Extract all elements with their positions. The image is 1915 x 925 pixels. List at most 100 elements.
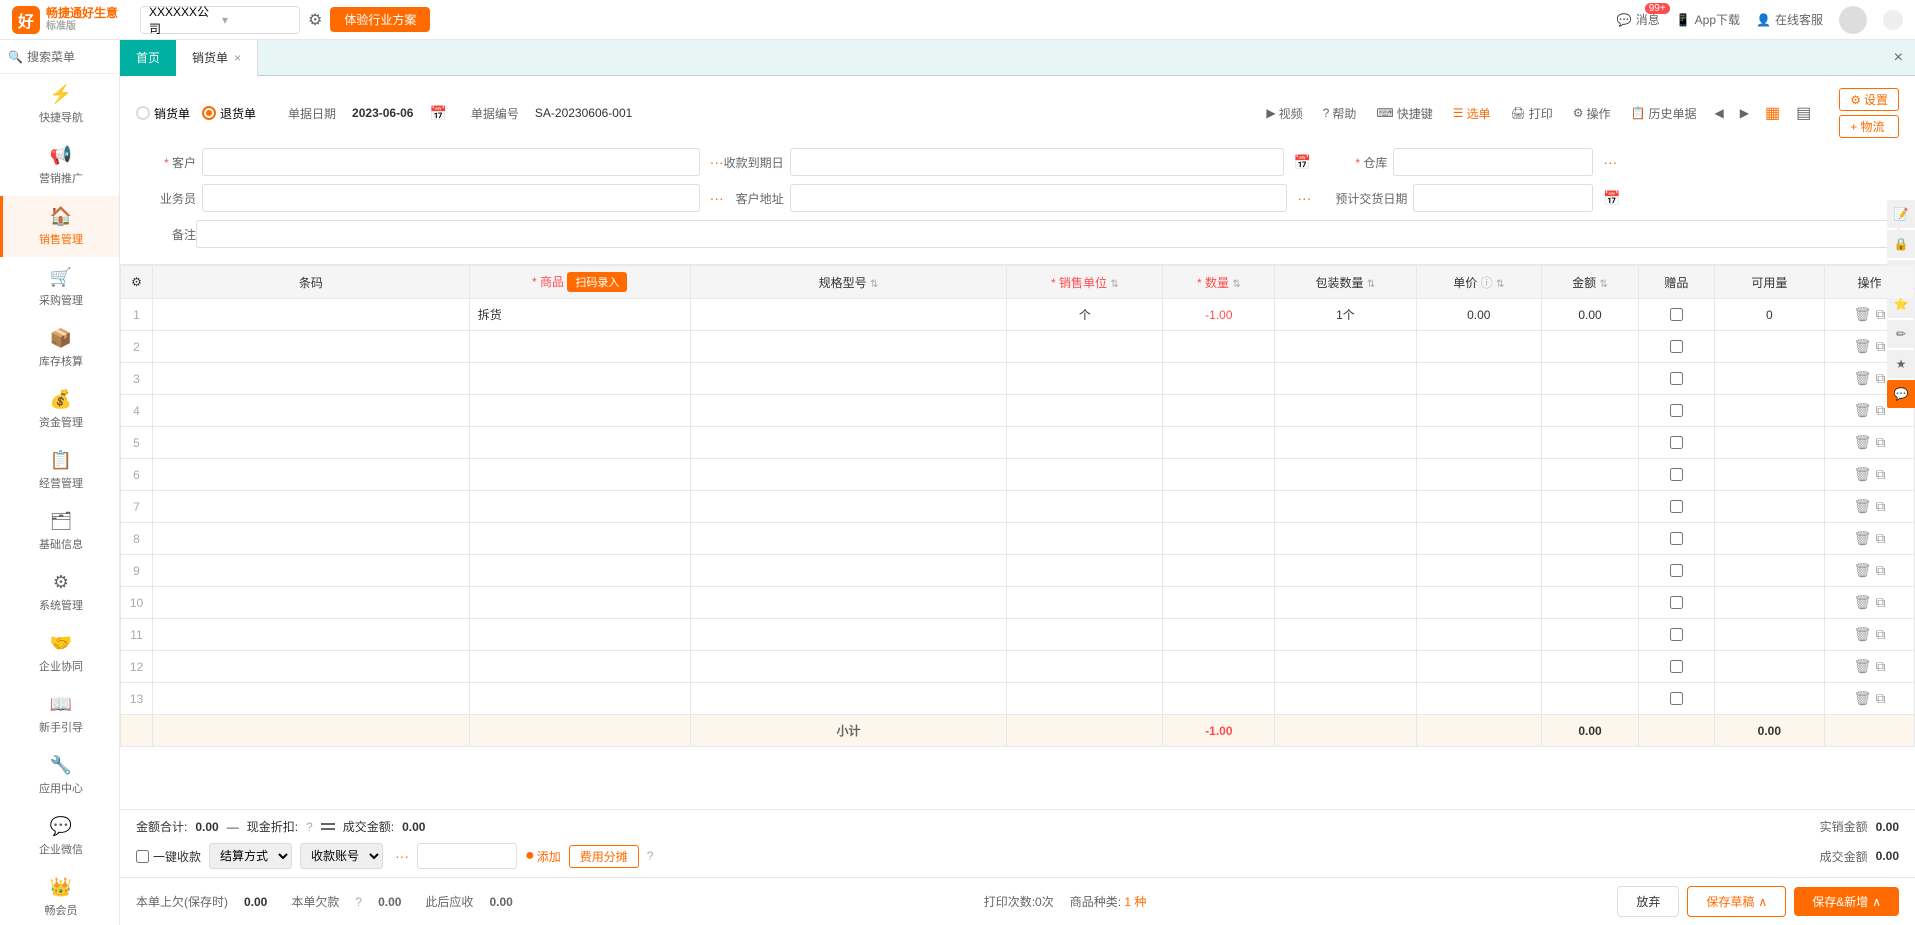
copy-icon[interactable]: ⧉ bbox=[1875, 498, 1885, 515]
cell-spec[interactable] bbox=[690, 555, 1007, 587]
float-btn-5[interactable]: ✏ bbox=[1887, 320, 1915, 348]
gift-checkbox[interactable] bbox=[1670, 436, 1683, 449]
float-btn-2[interactable]: 🔒 bbox=[1887, 230, 1915, 258]
cell-unit[interactable] bbox=[1007, 651, 1163, 683]
delete-icon[interactable]: 🗑 bbox=[1854, 690, 1872, 707]
spec-input[interactable] bbox=[699, 372, 999, 386]
cell-qty[interactable] bbox=[1163, 619, 1275, 651]
cell-product[interactable] bbox=[469, 523, 690, 555]
delete-icon[interactable]: 🗑 bbox=[1854, 594, 1872, 611]
copy-icon[interactable]: ⧉ bbox=[1875, 690, 1885, 707]
cell-pkg-qty[interactable] bbox=[1275, 683, 1416, 715]
cell-product[interactable] bbox=[469, 619, 690, 651]
delete-icon[interactable]: 🗑 bbox=[1854, 562, 1872, 579]
cell-product[interactable] bbox=[469, 331, 690, 363]
cell-qty[interactable] bbox=[1163, 587, 1275, 619]
spec-input[interactable] bbox=[699, 660, 999, 674]
copy-icon[interactable]: ⧉ bbox=[1875, 338, 1885, 355]
gift-checkbox[interactable] bbox=[1670, 564, 1683, 577]
delete-icon[interactable]: 🗑 bbox=[1854, 338, 1872, 355]
grid-view-btn[interactable]: ▦ bbox=[1761, 103, 1784, 123]
message-button[interactable]: 💬 消息 99+ bbox=[1617, 11, 1660, 28]
cell-barcode[interactable] bbox=[153, 363, 470, 395]
radio-sale[interactable]: 销货单 bbox=[136, 105, 190, 122]
cell-price[interactable] bbox=[1416, 619, 1541, 651]
cell-pkg-qty[interactable] bbox=[1275, 491, 1416, 523]
online-service-button[interactable]: 👤 在线客服 bbox=[1756, 11, 1823, 28]
warehouse-input[interactable]: 建材仓 bbox=[1393, 148, 1593, 176]
spec-input[interactable] bbox=[699, 340, 999, 354]
gift-checkbox[interactable] bbox=[1670, 660, 1683, 673]
cell-price[interactable] bbox=[1416, 459, 1541, 491]
avatar2[interactable] bbox=[1883, 10, 1903, 30]
cell-unit[interactable] bbox=[1007, 619, 1163, 651]
sidebar-item-member[interactable]: 👑 畅会员 bbox=[0, 867, 119, 925]
cell-spec[interactable] bbox=[690, 587, 1007, 619]
sidebar-item-sales[interactable]: 🏠 销售管理 bbox=[0, 196, 119, 257]
float-btn-7[interactable]: 💬 bbox=[1887, 380, 1915, 408]
cell-unit[interactable] bbox=[1007, 459, 1163, 491]
save-draft-button[interactable]: 保存草稿 ∧ bbox=[1687, 886, 1786, 917]
save-new-button[interactable]: 保存&新增 ∧ bbox=[1794, 887, 1899, 916]
cell-unit[interactable] bbox=[1007, 395, 1163, 427]
cell-amount[interactable] bbox=[1541, 395, 1638, 427]
th-spec-sort[interactable]: 规格型号 ⇅ bbox=[819, 276, 879, 290]
gift-checkbox[interactable] bbox=[1670, 340, 1683, 353]
spec-input[interactable] bbox=[699, 308, 999, 322]
cell-unit[interactable] bbox=[1007, 683, 1163, 715]
cell-qty[interactable]: -1.00 bbox=[1163, 299, 1275, 331]
spec-input[interactable] bbox=[699, 500, 999, 514]
delivery-calendar-icon[interactable]: 📅 bbox=[1603, 190, 1620, 207]
cell-spec[interactable] bbox=[690, 523, 1007, 555]
cell-spec[interactable] bbox=[690, 363, 1007, 395]
cell-product[interactable] bbox=[469, 459, 690, 491]
amount-input[interactable] bbox=[417, 843, 517, 869]
sidebar-item-wechat[interactable]: 💬 企业微信 bbox=[0, 806, 119, 867]
cell-barcode[interactable] bbox=[153, 683, 470, 715]
settle-method-select[interactable]: 结算方式 bbox=[209, 843, 292, 869]
cell-barcode[interactable] bbox=[153, 619, 470, 651]
customer-addr-input[interactable] bbox=[790, 184, 1288, 212]
shortcut-btn[interactable]: ⌨ 快捷键 bbox=[1370, 103, 1438, 124]
gift-checkbox[interactable] bbox=[1670, 404, 1683, 417]
cell-amount[interactable] bbox=[1541, 587, 1638, 619]
float-btn-1[interactable]: 📝 bbox=[1887, 200, 1915, 228]
next-page-btn[interactable]: ▶ bbox=[1736, 106, 1753, 120]
spec-input[interactable] bbox=[699, 532, 999, 546]
cell-unit[interactable] bbox=[1007, 523, 1163, 555]
cell-barcode[interactable] bbox=[153, 587, 470, 619]
cell-product[interactable] bbox=[469, 651, 690, 683]
cell-amount[interactable] bbox=[1541, 523, 1638, 555]
cell-pkg-qty[interactable] bbox=[1275, 459, 1416, 491]
settings-button[interactable]: ⚙ 设置 bbox=[1839, 88, 1899, 111]
cell-barcode[interactable] bbox=[153, 651, 470, 683]
cell-amount[interactable]: 0.00 bbox=[1541, 299, 1638, 331]
spec-input[interactable] bbox=[699, 404, 999, 418]
gift-checkbox[interactable] bbox=[1670, 468, 1683, 481]
cell-price[interactable] bbox=[1416, 555, 1541, 587]
cell-price[interactable] bbox=[1416, 331, 1541, 363]
video-btn[interactable]: ▶ 视频 bbox=[1260, 103, 1308, 124]
sidebar-item-business[interactable]: 📋 经营管理 bbox=[0, 440, 119, 501]
tab-sales-order[interactable]: 销货单 × bbox=[176, 40, 258, 76]
gift-checkbox[interactable] bbox=[1670, 532, 1683, 545]
cell-qty[interactable] bbox=[1163, 427, 1275, 459]
warehouse-dots-btn[interactable]: ··· bbox=[1603, 154, 1617, 170]
cell-unit[interactable] bbox=[1007, 587, 1163, 619]
sidebar-item-marketing[interactable]: 📢 营销推广 bbox=[0, 135, 119, 196]
sidebar-item-system[interactable]: ⚙ 系统管理 bbox=[0, 562, 119, 623]
copy-icon[interactable]: ⧉ bbox=[1875, 402, 1885, 419]
cell-unit[interactable]: 个 bbox=[1007, 299, 1163, 331]
cell-price[interactable] bbox=[1416, 395, 1541, 427]
gift-checkbox[interactable] bbox=[1670, 372, 1683, 385]
th-price-info-icon[interactable]: ⓘ bbox=[1481, 276, 1493, 290]
cell-spec[interactable] bbox=[690, 427, 1007, 459]
logistics-button[interactable]: + 物流 bbox=[1839, 115, 1899, 138]
cell-product[interactable] bbox=[469, 427, 690, 459]
delete-icon[interactable]: 🗑 bbox=[1854, 402, 1872, 419]
cell-unit[interactable] bbox=[1007, 491, 1163, 523]
th-settings[interactable]: ⚙ bbox=[121, 266, 153, 299]
gear-icon[interactable]: ⚙ bbox=[308, 10, 322, 30]
cell-pkg-qty[interactable] bbox=[1275, 555, 1416, 587]
sidebar-item-basic[interactable]: 🗂 基础信息 bbox=[0, 501, 119, 562]
